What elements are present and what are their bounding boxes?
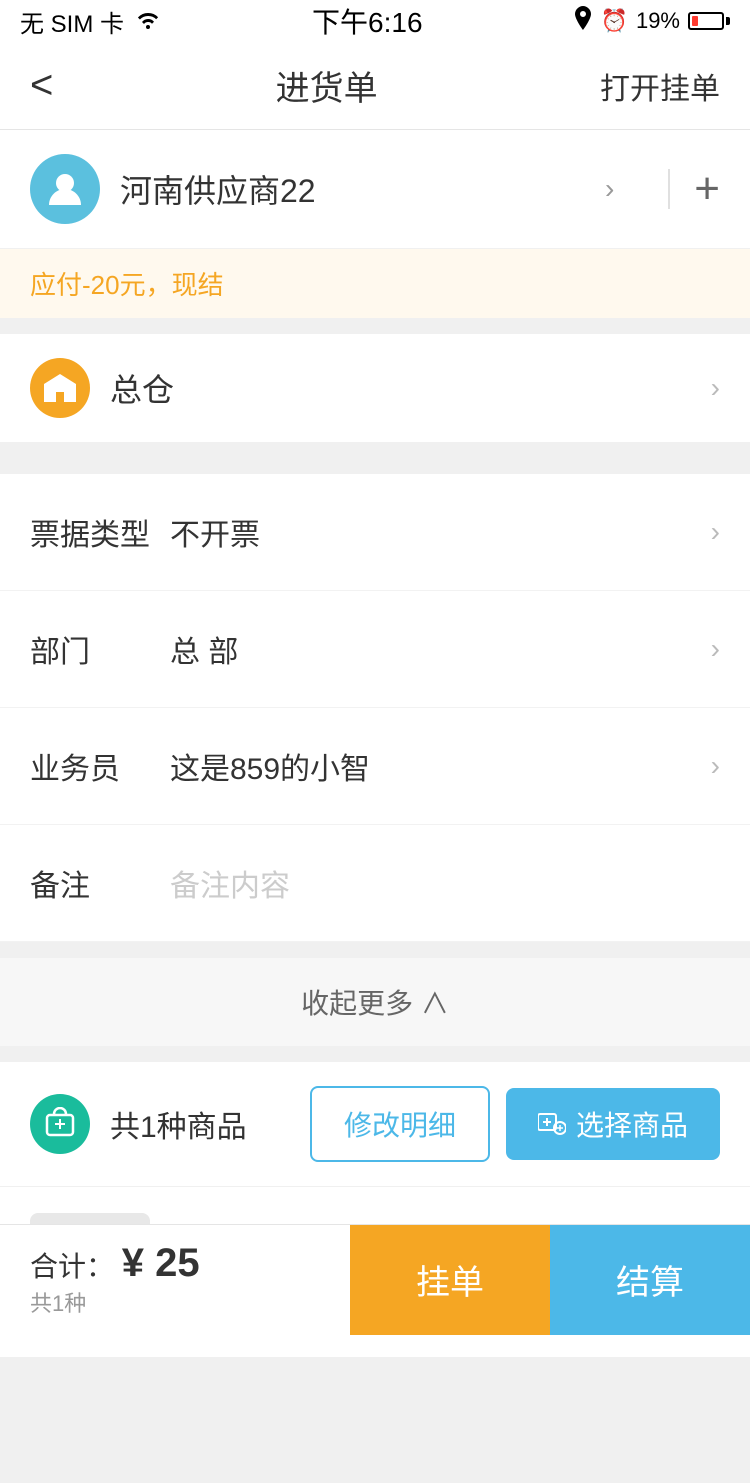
total-section: 合计： ¥ 25 共1种 bbox=[0, 1241, 350, 1318]
warehouse-section: 总仓 › bbox=[0, 334, 750, 442]
collapse-label: 收起更多 ∧ bbox=[301, 988, 449, 1019]
notice-bar: 应付-20元，现结 bbox=[0, 249, 750, 318]
total-label: 合计： bbox=[30, 1251, 114, 1282]
wifi-icon bbox=[134, 7, 162, 36]
product-icon bbox=[30, 1094, 90, 1154]
alarm-icon: ⏰ bbox=[601, 8, 628, 34]
select-product-button[interactable]: 选择商品 bbox=[506, 1088, 720, 1160]
edit-detail-button[interactable]: 修改明细 bbox=[310, 1086, 490, 1162]
warehouse-row[interactable]: 总仓 › bbox=[0, 334, 750, 442]
invoice-row[interactable]: 票据类型 不开票 › bbox=[0, 474, 750, 591]
warehouse-icon bbox=[30, 358, 90, 418]
add-supplier-button[interactable]: + bbox=[694, 164, 720, 214]
salesman-chevron-icon: › bbox=[711, 750, 720, 782]
spacer2 bbox=[0, 1046, 750, 1062]
supplier-chevron-icon: › bbox=[605, 173, 614, 205]
department-label: 部门 bbox=[30, 627, 170, 671]
checkout-button[interactable]: 结算 bbox=[550, 1225, 750, 1335]
salesman-row[interactable]: 业务员 这是859的小智 › bbox=[0, 708, 750, 825]
battery-percent: 19% bbox=[636, 8, 680, 34]
remark-row[interactable]: 备注 备注内容 bbox=[0, 825, 750, 942]
open-hang-button[interactable]: 打开挂单 bbox=[600, 64, 720, 108]
supplier-row[interactable]: 河南供应商22 › + bbox=[0, 130, 750, 249]
department-value: 总 部 bbox=[170, 627, 711, 671]
status-left: 无 SIM 卡 bbox=[20, 4, 162, 39]
invoice-value: 不开票 bbox=[170, 510, 711, 554]
salesman-value: 这是859的小智 bbox=[170, 744, 711, 788]
department-chevron-icon: › bbox=[711, 633, 720, 665]
total-row: 合计： ¥ 25 bbox=[30, 1241, 320, 1286]
bottom-bar: 合计： ¥ 25 共1种 挂单 结算 bbox=[0, 1224, 750, 1334]
location-icon bbox=[573, 6, 593, 36]
total-amount: ¥ 25 bbox=[122, 1241, 200, 1285]
hang-button[interactable]: 挂单 bbox=[350, 1225, 550, 1335]
supplier-name: 河南供应商22 bbox=[120, 166, 605, 212]
product-header: 共1种商品 修改明细 选择商品 bbox=[0, 1062, 750, 1187]
form-section: 票据类型 不开票 › 部门 总 部 › 业务员 这是859的小智 › 备注 备注… bbox=[0, 474, 750, 942]
invoice-label: 票据类型 bbox=[30, 510, 170, 554]
page-title: 进货单 bbox=[276, 61, 378, 110]
total-count: 共1种 bbox=[30, 1286, 320, 1318]
status-time: 下午6:16 bbox=[312, 1, 423, 41]
select-product-label: 选择商品 bbox=[576, 1104, 688, 1144]
department-row[interactable]: 部门 总 部 › bbox=[0, 591, 750, 708]
warehouse-chevron-icon: › bbox=[711, 372, 720, 404]
remark-label: 备注 bbox=[30, 861, 170, 905]
salesman-label: 业务员 bbox=[30, 744, 170, 788]
notice-text: 应付-20元，现结 bbox=[30, 270, 224, 300]
warehouse-name: 总仓 bbox=[110, 365, 711, 411]
status-right: ⏰ 19% bbox=[573, 6, 730, 36]
invoice-chevron-icon: › bbox=[711, 516, 720, 548]
product-count: 共1种商品 bbox=[110, 1102, 310, 1146]
supplier-avatar bbox=[30, 154, 100, 224]
back-button[interactable]: < bbox=[30, 63, 53, 108]
bottom-padding bbox=[0, 1373, 750, 1483]
remark-input[interactable]: 备注内容 bbox=[170, 861, 720, 905]
battery-icon bbox=[688, 12, 730, 30]
spacer1 bbox=[0, 458, 750, 474]
supplier-divider bbox=[668, 169, 670, 209]
carrier-text: 无 SIM 卡 bbox=[20, 4, 124, 39]
nav-bar: < 进货单 打开挂单 bbox=[0, 42, 750, 130]
collapse-bar[interactable]: 收起更多 ∧ bbox=[0, 958, 750, 1046]
status-bar: 无 SIM 卡 下午6:16 ⏰ 19% bbox=[0, 0, 750, 42]
supplier-section: 河南供应商22 › + 应付-20元，现结 bbox=[0, 130, 750, 318]
